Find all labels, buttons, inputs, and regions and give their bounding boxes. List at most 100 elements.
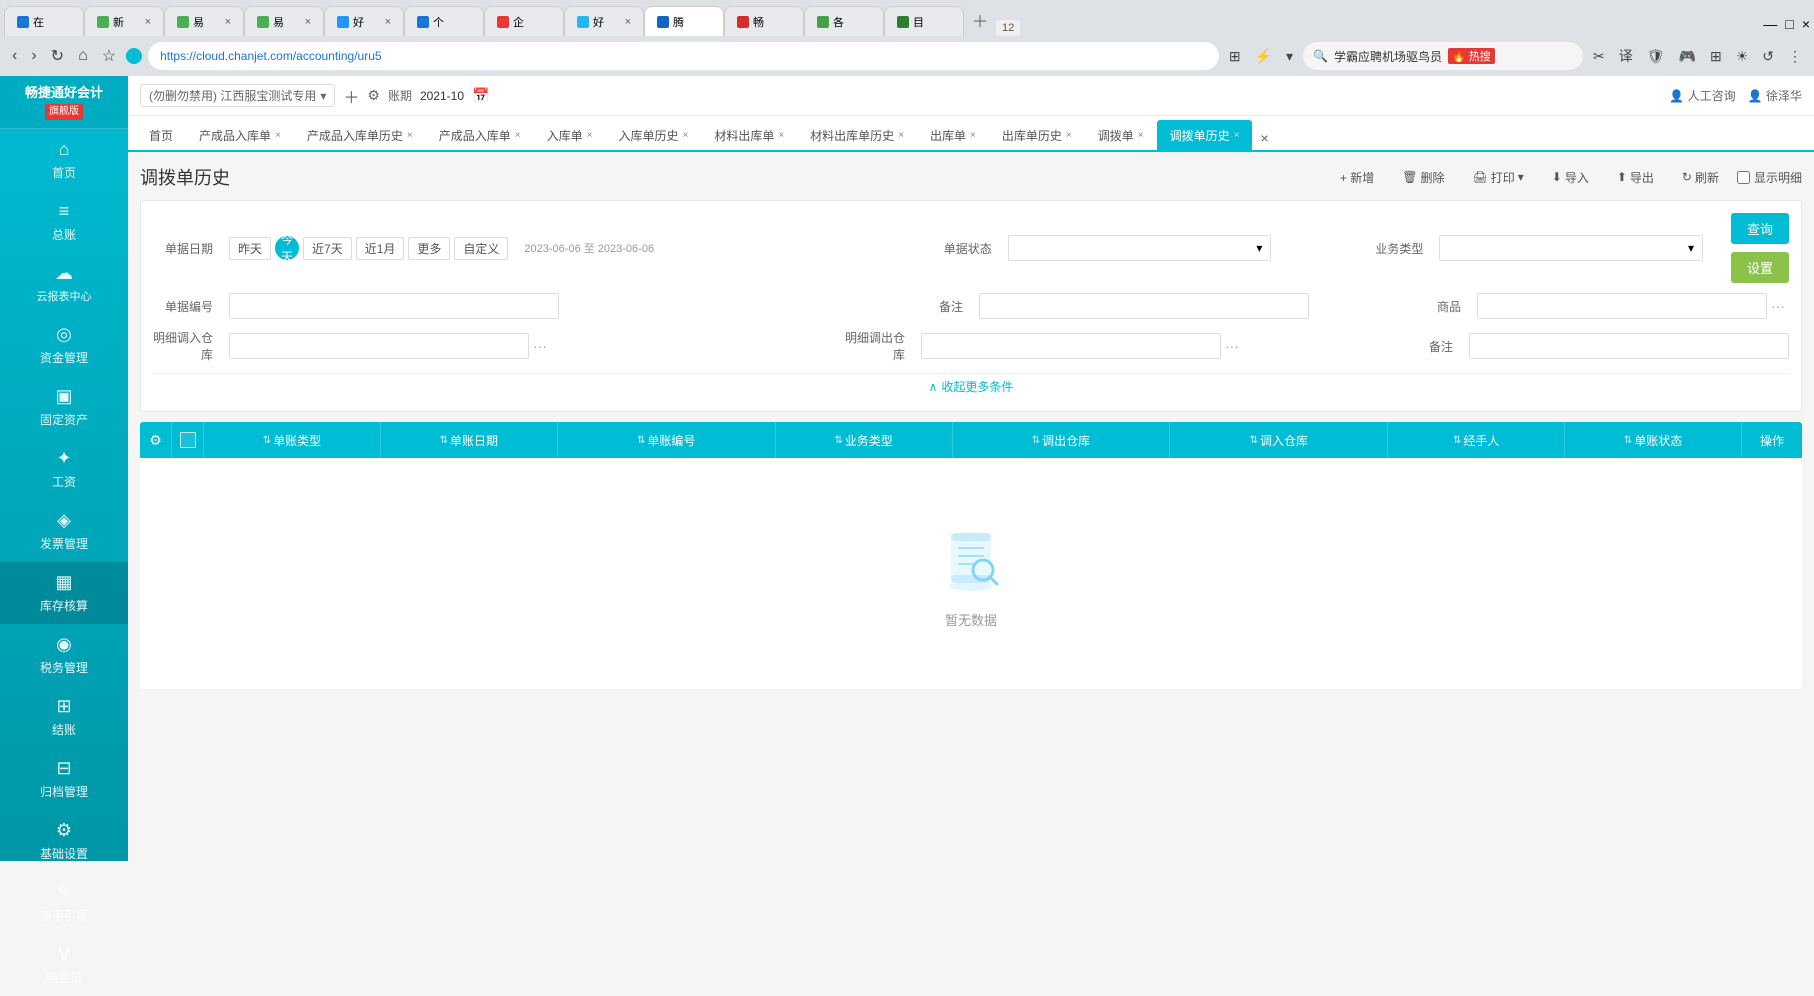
tab-close-out[interactable]: × (970, 130, 976, 141)
thunder-btn[interactable]: ⚡ (1251, 46, 1276, 67)
out-warehouse-ellipsis-btn[interactable]: ··· (1221, 338, 1243, 354)
tab-transfer[interactable]: 调拨单 × (1085, 120, 1157, 150)
display-detail-input[interactable] (1737, 171, 1750, 184)
tab-out[interactable]: 出库单 × (917, 120, 989, 150)
tab-product-in[interactable]: 产成品入库单 × (186, 120, 294, 150)
sidebar-item-salary[interactable]: ✦ 工资 (0, 438, 128, 500)
tab-product-in-history[interactable]: 产成品入库单历史 × (294, 120, 426, 150)
no-filter-input[interactable] (229, 293, 559, 319)
service-btn[interactable]: 👤 人工咨询 (1669, 87, 1735, 104)
col-out[interactable]: ⇅ 调出仓库 (953, 422, 1171, 458)
sidebar-item-archive[interactable]: ⊟ 归档管理 (0, 748, 128, 810)
undo-btn[interactable]: ↺ (1758, 46, 1778, 67)
sidebar-item-closing[interactable]: ⊞ 结账 (0, 686, 128, 748)
sidebar-item-guide[interactable]: ✎ 新手引导 (0, 872, 128, 934)
tab-close-3[interactable]: × (225, 16, 231, 28)
browser-tab-12[interactable]: 目 (884, 6, 964, 36)
browser-tab-5[interactable]: 好 × (324, 6, 404, 36)
table-settings-btn[interactable]: ⚙ (140, 422, 172, 458)
sidebar-item-report[interactable]: ☁ 云报表中心 (0, 253, 128, 314)
maximize-btn[interactable]: □ (1785, 16, 1793, 32)
note-filter-input[interactable] (979, 293, 1309, 319)
game-btn[interactable]: 🎮 (1675, 46, 1700, 67)
browser-tab-2[interactable]: 新 × (84, 6, 164, 36)
custom-btn[interactable]: 自定义 (454, 237, 508, 260)
more-btn[interactable]: 更多 (408, 237, 450, 260)
browser-tab-1[interactable]: 在 (4, 6, 84, 36)
address-input[interactable] (148, 42, 1219, 70)
browser-tab-6[interactable]: 个 (404, 6, 484, 36)
biztype-select[interactable]: ▾ (1439, 235, 1703, 261)
sidebar-item-inventory[interactable]: ▦ 库存核算 (0, 562, 128, 624)
export-btn[interactable]: ⬆ 导出 (1607, 165, 1664, 190)
import-btn[interactable]: ⬇ 导入 (1542, 165, 1599, 190)
col-no[interactable]: ⇅ 单账编号 (558, 422, 776, 458)
sidebar-item-ledger[interactable]: ≡ 总账 (0, 191, 128, 253)
tab-in-history[interactable]: 入库单历史 × (605, 120, 701, 150)
browser-tab-11[interactable]: 各 (804, 6, 884, 36)
company-selector[interactable]: (勿删勿禁用) 江西服宝测试专用 ▾ (140, 84, 335, 107)
browser-tab-7[interactable]: 企 (484, 6, 564, 36)
user-avatar[interactable]: 👤 徐泽华 (1748, 87, 1802, 104)
new-tab-btn[interactable]: ＋ (964, 4, 996, 36)
tab-close-in-history[interactable]: × (682, 130, 688, 141)
sidebar-item-member[interactable]: V 畅会员 (0, 934, 128, 996)
browser-tab-4[interactable]: 易 × (244, 6, 324, 36)
extensions-btn[interactable]: ⊞ (1225, 46, 1245, 67)
today-btn[interactable]: 今天 (275, 236, 299, 260)
goods-filter-input[interactable] (1477, 293, 1767, 319)
tab-in[interactable]: 入库单 × (534, 120, 606, 150)
col-biztype[interactable]: ⇅ 业务类型 (776, 422, 953, 458)
query-btn[interactable]: 查询 (1731, 213, 1789, 244)
tab-close-material-out-history[interactable]: × (898, 130, 904, 141)
tab-material-out[interactable]: 材料出库单 × (701, 120, 797, 150)
browser-tab-9[interactable]: 腾 (644, 6, 724, 36)
tab-material-out-history[interactable]: 材料出库单历史 × (797, 120, 917, 150)
tab-close-material-out[interactable]: × (778, 130, 784, 141)
grid-btn[interactable]: ⊞ (1706, 46, 1726, 67)
dropdown-btn[interactable]: ▾ (1282, 46, 1297, 67)
forward-btn[interactable]: › (27, 43, 40, 69)
home-btn[interactable]: ⌂ (74, 43, 92, 69)
new-btn[interactable]: + 新增 (1330, 165, 1384, 190)
close-all-tabs-btn[interactable]: × (1256, 126, 1272, 150)
tab-home[interactable]: 首页 (136, 120, 186, 150)
table-select-all[interactable] (172, 422, 204, 458)
col-date[interactable]: ⇅ 单账日期 (381, 422, 558, 458)
tab-close-2[interactable]: × (145, 16, 151, 28)
col-handler[interactable]: ⇅ 经手人 (1388, 422, 1565, 458)
shield-btn[interactable]: 🛡 (1643, 46, 1669, 67)
theme-btn[interactable]: ☀ (1732, 46, 1753, 67)
minimize-btn[interactable]: — (1763, 16, 1777, 32)
close-btn[interactable]: × (1802, 16, 1810, 32)
display-detail-checkbox[interactable]: 显示明细 (1737, 169, 1802, 186)
collapse-bar[interactable]: ∧ 收起更多条件 (153, 373, 1789, 399)
browser-tab-8[interactable]: 好 × (564, 6, 644, 36)
tab-product-in2[interactable]: 产成品入库单 × (426, 120, 534, 150)
tab-close-transfer[interactable]: × (1138, 130, 1144, 141)
goods-ellipsis-btn[interactable]: ··· (1767, 298, 1789, 314)
tab-close-8[interactable]: × (625, 16, 631, 28)
tab-out-history[interactable]: 出库单历史 × (989, 120, 1085, 150)
status-select[interactable]: ▾ (1008, 235, 1272, 261)
out-warehouse-input[interactable] (921, 333, 1221, 359)
browser-tab-10[interactable]: 畅 (724, 6, 804, 36)
back-btn[interactable]: ‹ (8, 43, 21, 69)
tab-transfer-history[interactable]: 调拨单历史 × (1157, 120, 1253, 150)
tab-close-product-in-history[interactable]: × (407, 130, 413, 141)
tab-close-transfer-history[interactable]: × (1234, 130, 1240, 141)
calendar-icon[interactable]: 📅 (472, 87, 489, 104)
tab-close-out-history[interactable]: × (1066, 130, 1072, 141)
1month-btn[interactable]: 近1月 (356, 237, 405, 260)
note2-filter-input[interactable] (1469, 333, 1789, 359)
refresh-btn[interactable]: ↻ 刷新 (1672, 165, 1729, 190)
sidebar-item-asset[interactable]: ▣ 固定资产 (0, 376, 128, 438)
in-warehouse-input[interactable] (229, 333, 529, 359)
tab-close-in[interactable]: × (587, 130, 593, 141)
settings-filter-btn[interactable]: 设置 (1731, 252, 1789, 283)
tab-close-5[interactable]: × (385, 16, 391, 28)
sidebar-item-fund[interactable]: ◎ 资金管理 (0, 314, 128, 376)
tab-close-product-in2[interactable]: × (515, 130, 521, 141)
tab-close-product-in[interactable]: × (275, 130, 281, 141)
sidebar-item-settings[interactable]: ⚙ 基础设置 (0, 810, 128, 872)
